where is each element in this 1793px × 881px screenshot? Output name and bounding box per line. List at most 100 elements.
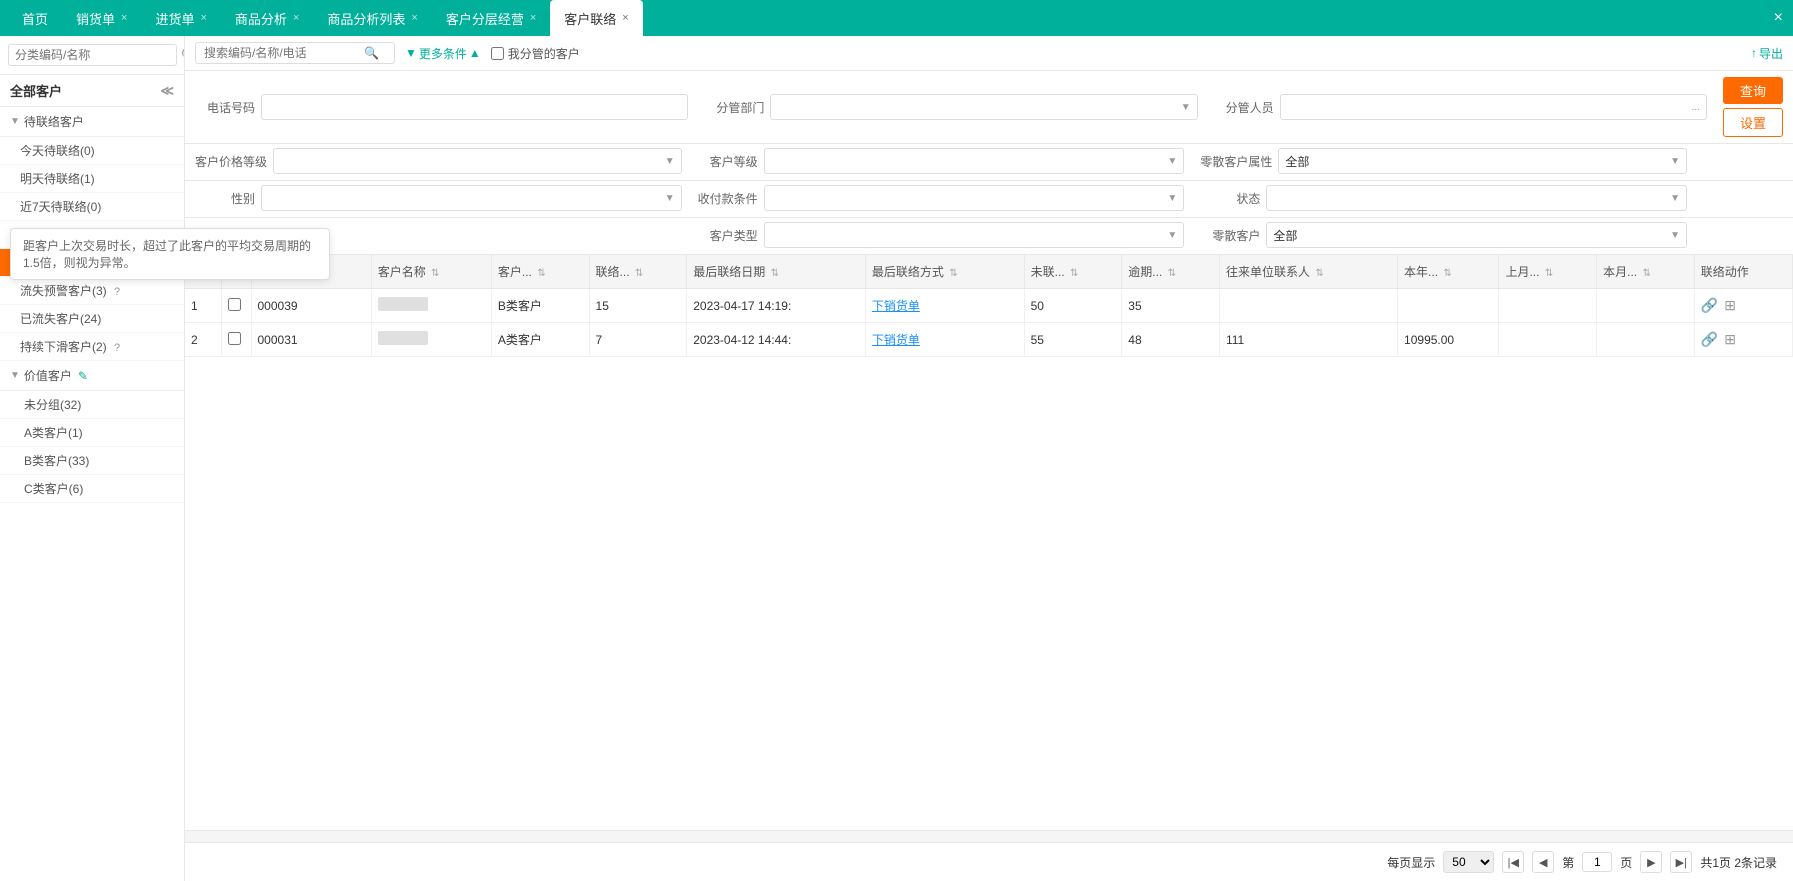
- row-checkbox[interactable]: [228, 332, 241, 345]
- action-link-icon[interactable]: 🔗: [1701, 331, 1718, 348]
- sidebar-item-ungroup[interactable]: 未分组(32): [0, 391, 184, 419]
- prev-page-button[interactable]: ◀: [1532, 851, 1554, 873]
- sort-icon[interactable]: ⇅: [1168, 268, 1176, 279]
- filter-phone: 电话号码: [195, 94, 688, 120]
- query-button[interactable]: 查询: [1723, 77, 1783, 104]
- edit-icon[interactable]: ✎: [78, 369, 88, 383]
- nav-sales-order[interactable]: 销货单 ×: [62, 0, 141, 36]
- my-customer-checkbox[interactable]: [491, 47, 504, 60]
- manager-select[interactable]: ...: [1280, 94, 1707, 120]
- td-last-month: [1499, 289, 1597, 323]
- sort-icon[interactable]: ⇅: [431, 268, 439, 279]
- payment-select[interactable]: ▼: [764, 185, 1185, 211]
- arrow-down-icon: ▼: [10, 370, 20, 381]
- filter-retail-customer: 零散客户 全部 ▼: [1200, 222, 1687, 248]
- sidebar-collapse-icon[interactable]: ≪: [160, 83, 174, 99]
- filter-search-icon[interactable]: 🔍: [364, 46, 379, 60]
- value-customer-title[interactable]: ▼ 价值客户 ✎: [0, 361, 184, 391]
- filter-more-conditions[interactable]: ▼ 更多条件 ▲: [405, 45, 481, 62]
- td-this-month: [1597, 323, 1695, 357]
- retail-customer-select[interactable]: 全部 ▼: [1266, 222, 1687, 248]
- td-contact-count: 7: [589, 323, 687, 357]
- status-select[interactable]: ▼: [1266, 185, 1687, 211]
- sort-icon[interactable]: ⇅: [537, 268, 545, 279]
- close-icon[interactable]: ×: [200, 12, 206, 24]
- last-page-button[interactable]: ▶|: [1670, 851, 1692, 873]
- sort-icon[interactable]: ⇅: [635, 268, 643, 279]
- action-grid-icon[interactable]: ⊞: [1724, 297, 1736, 314]
- sidebar-item-lost[interactable]: 已流失客户(24): [0, 305, 184, 333]
- customer-level-select[interactable]: ▼: [764, 148, 1185, 174]
- td-last-contact-method[interactable]: 下销货单: [865, 323, 1024, 357]
- sidebar-item-lost-preview[interactable]: 流失预警客户(3) ?: [0, 277, 184, 305]
- sidebar-item-declining[interactable]: 持续下滑客户(2) ?: [0, 333, 184, 361]
- sort-icon[interactable]: ⇅: [771, 268, 779, 279]
- th-customer-type: 客户... ⇅: [491, 255, 589, 289]
- page-number-input[interactable]: [1582, 852, 1612, 872]
- table-header-row: ⚙ 客户编码 ⇅ 客户名称 ⇅ 客户...: [185, 255, 1793, 289]
- filter-search-input[interactable]: [204, 46, 364, 60]
- sidebar-item-7days[interactable]: 近7天待联络(0): [0, 193, 184, 221]
- th-overdue: 逾期... ⇅: [1122, 255, 1220, 289]
- gender-select[interactable]: ▼: [261, 185, 682, 211]
- nav-customer-layered[interactable]: 客户分层经营 ×: [432, 0, 550, 36]
- nav-purchase-order[interactable]: 进货单 ×: [141, 0, 220, 36]
- set-button[interactable]: 设置: [1723, 108, 1783, 137]
- sort-icon[interactable]: ⇅: [1545, 268, 1553, 279]
- td-actions: 🔗 ⊞: [1694, 323, 1792, 357]
- sidebar-item-b-class[interactable]: B类客户(33): [0, 447, 184, 475]
- filter-manager: 分管人员 ...: [1214, 94, 1707, 120]
- close-all-tabs[interactable]: ×: [1774, 9, 1783, 27]
- phone-input[interactable]: [261, 94, 688, 120]
- td-code: 000039: [251, 289, 371, 323]
- retail-attr-select[interactable]: 全部 ▼: [1278, 148, 1687, 174]
- sort-icon[interactable]: ⇅: [949, 268, 957, 279]
- nav-home[interactable]: 首页: [8, 0, 62, 36]
- next-page-button[interactable]: ▶: [1640, 851, 1662, 873]
- td-customer-type: A类客户: [491, 323, 589, 357]
- table-footer: 每页显示 50 100 200 |◀ ◀ 第 页 ▶ ▶| 共1页 2条记录: [185, 842, 1793, 881]
- customer-table-container: ⚙ 客户编码 ⇅ 客户名称 ⇅ 客户...: [185, 255, 1793, 830]
- export-button[interactable]: ↑ 导出: [1751, 45, 1783, 62]
- sidebar-item-tomorrow[interactable]: 明天待联络(1): [0, 165, 184, 193]
- close-icon[interactable]: ×: [411, 12, 417, 24]
- first-page-button[interactable]: |◀: [1502, 851, 1524, 873]
- sort-icon[interactable]: ⇅: [1315, 268, 1323, 279]
- nav-product-analysis[interactable]: 商品分析 ×: [221, 0, 313, 36]
- dept-select[interactable]: ▼: [770, 94, 1197, 120]
- td-checkbox[interactable]: [221, 289, 251, 323]
- td-unlisted: 50: [1024, 289, 1122, 323]
- action-grid-icon[interactable]: ⊞: [1724, 331, 1736, 348]
- sidebar-item-a-class[interactable]: A类客户(1): [0, 419, 184, 447]
- close-icon[interactable]: ×: [121, 12, 127, 24]
- sidebar-item-today[interactable]: 今天待联络(0): [0, 137, 184, 165]
- pending-contact-title[interactable]: ▼ 待联络客户: [0, 107, 184, 137]
- nav-product-analysis-list[interactable]: 商品分析列表 ×: [313, 0, 431, 36]
- filter-conditions-row3: 性别 ▼ 收付款条件 ▼ 状态 ▼: [185, 181, 1793, 218]
- td-unit-contact: 111: [1219, 323, 1397, 357]
- sort-icon[interactable]: ⇅: [1070, 268, 1078, 279]
- nav-customer-contact[interactable]: 客户联络 ×: [550, 0, 642, 36]
- sort-icon[interactable]: ⇅: [1443, 268, 1451, 279]
- th-last-contact-date: 最后联络日期 ⇅: [687, 255, 866, 289]
- close-icon[interactable]: ×: [622, 12, 628, 24]
- ellipsis-icon: ...: [1692, 102, 1700, 113]
- sort-icon[interactable]: ⇅: [1642, 268, 1650, 279]
- td-overdue: 48: [1122, 323, 1220, 357]
- td-checkbox[interactable]: [221, 323, 251, 357]
- close-icon[interactable]: ×: [293, 12, 299, 24]
- sidebar-item-c-class[interactable]: C类客户(6): [0, 475, 184, 503]
- price-level-select[interactable]: ▼: [273, 148, 682, 174]
- filter-my-customer[interactable]: 我分管的客户: [491, 45, 580, 62]
- sidebar-search-input[interactable]: [8, 44, 177, 66]
- td-last-contact-method[interactable]: 下销货单: [865, 289, 1024, 323]
- row-checkbox[interactable]: [228, 298, 241, 311]
- filter-conditions-row1: 电话号码 分管部门 ▼ 分管人员 ... 查询 设置: [185, 71, 1793, 144]
- page-size-select[interactable]: 50 100 200: [1443, 851, 1494, 873]
- customer-type-select[interactable]: ▼: [764, 222, 1185, 248]
- action-link-icon[interactable]: 🔗: [1701, 297, 1718, 314]
- close-icon[interactable]: ×: [530, 12, 536, 24]
- td-overdue: 35: [1122, 289, 1220, 323]
- horizontal-scrollbar[interactable]: [185, 830, 1793, 842]
- td-unit-contact: [1219, 289, 1397, 323]
